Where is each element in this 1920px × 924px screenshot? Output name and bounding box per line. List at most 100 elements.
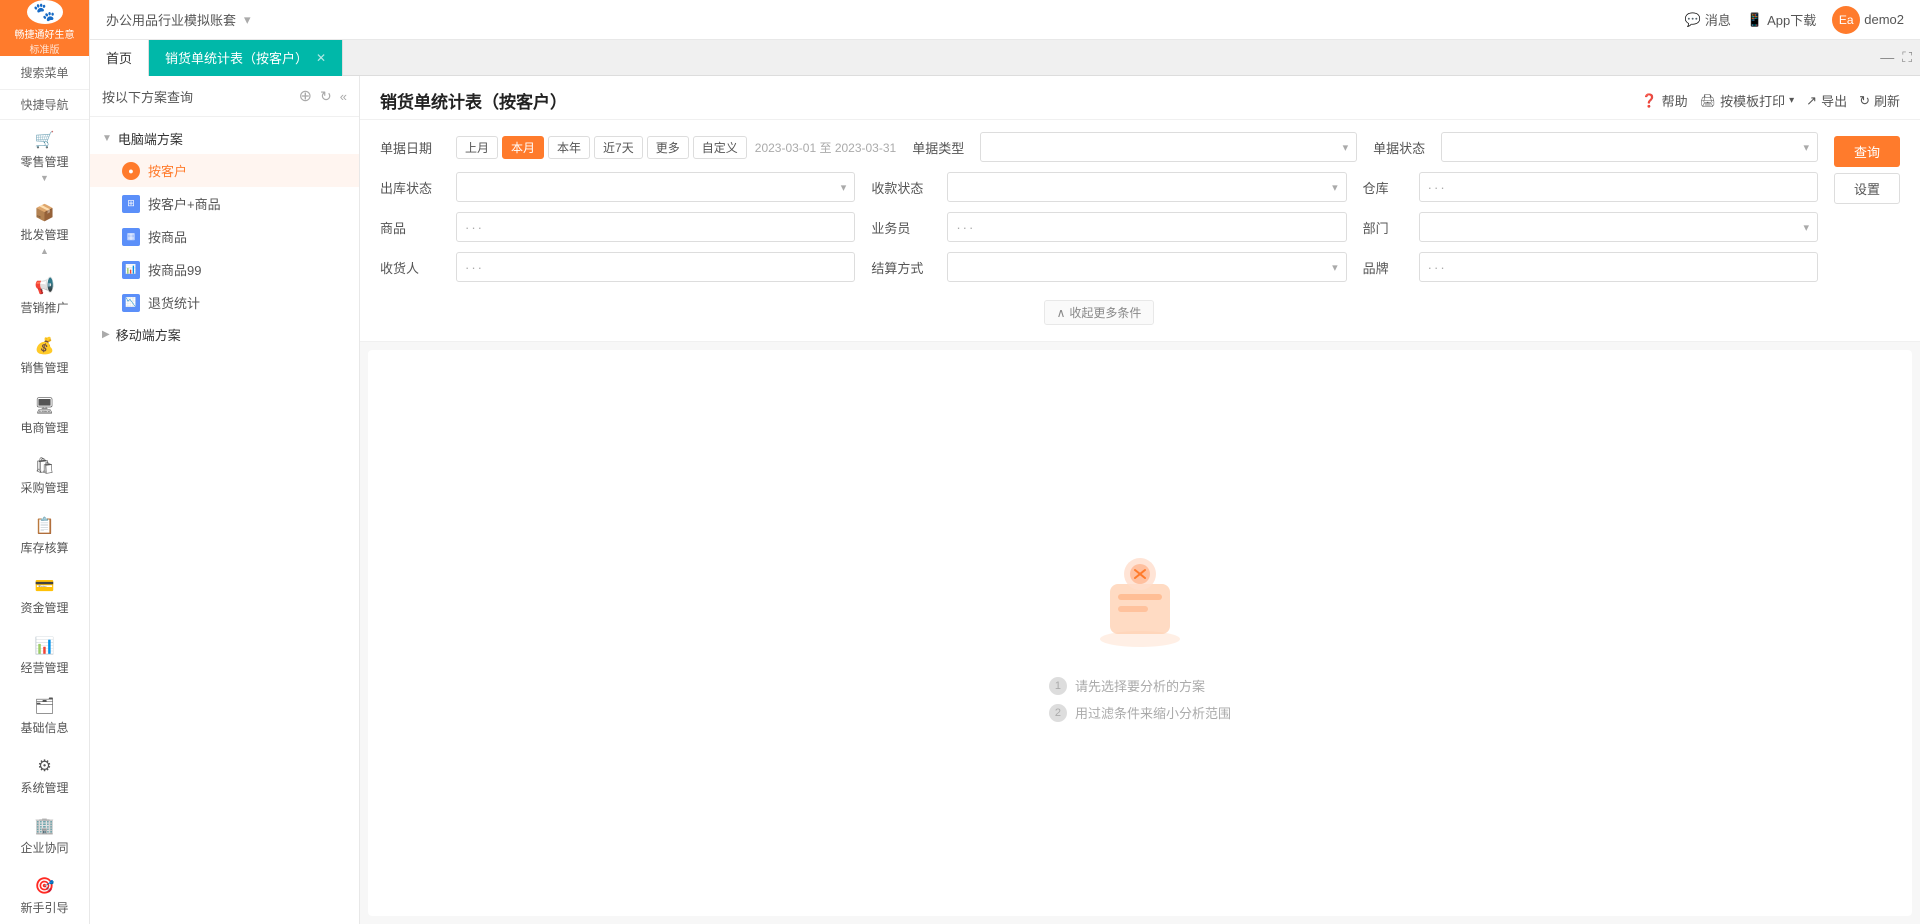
industry-arrow[interactable]: ▾ [244,12,251,28]
refresh-plan-icon[interactable]: ↻ [320,88,332,105]
app-download-btn[interactable]: 📱 App下载 [1747,10,1816,29]
print-label: 按模板打印 [1720,91,1785,110]
tab-home[interactable]: 首页 [90,40,149,76]
sidebar-item-finance[interactable]: 💳 资金管理 [0,566,89,626]
refresh-label: 刷新 [1874,91,1900,110]
doc-type-select[interactable]: ▾ [980,132,1357,162]
tab-close-icon[interactable]: ✕ [316,51,326,65]
content-area: 按以下方案查询 ⊕ ↻ « ▼ 电脑端方案 ● 按客户 [90,76,1920,924]
return-stat-icon: 📉 [122,294,140,312]
by-goods-99-label: 按商品99 [148,260,201,279]
salesman-select[interactable]: ··· [947,212,1346,242]
plan-item-return-stat[interactable]: 📉 退货统计 [90,286,359,319]
tab-home-label: 首页 [106,48,132,67]
print-btn[interactable]: 🖨 按模板打印 ▾ [1700,91,1795,110]
message-btn[interactable]: 💬 消息 [1685,10,1731,29]
system-icon: ⚙ [37,756,51,776]
sidebar-item-sales[interactable]: 💰 销售管理 [0,326,89,386]
window-minimize-icon[interactable]: — [1880,49,1894,66]
export-btn[interactable]: ↗ 导出 [1806,91,1847,110]
collapse-btn[interactable]: ∧ 收起更多条件 [1044,300,1155,325]
sidebar-item-retail[interactable]: 🛒 零售管理 ▼ [0,120,89,193]
desktop-group-title[interactable]: ▼ 电脑端方案 [90,123,359,154]
window-maximize-icon[interactable]: ⛶ [1902,49,1912,66]
print-icon: 🖨 [1700,93,1717,109]
collapse-panel-icon[interactable]: « [340,89,347,104]
export-label: 导出 [1821,91,1847,110]
receive-status-select[interactable]: ▾ [947,172,1346,202]
out-status-select[interactable]: ▾ [456,172,855,202]
out-status-arrow: ▾ [841,181,847,194]
setting-btn[interactable]: 设置 [1834,173,1900,204]
plan-item-by-customer-goods[interactable]: ⊞ 按客户+商品 [90,187,359,220]
empty-icon [1080,544,1200,664]
sidebar-item-enterprise[interactable]: 🏢 企业协同 [0,806,89,866]
empty-tip-1: 1 请先选择要分析的方案 [1049,676,1231,695]
user-menu-btn[interactable]: Ea demo2 [1832,6,1904,34]
industry-label: 办公用品行业模拟账套 [106,10,236,29]
sidebar-item-ecommerce[interactable]: 🖥 电商管理 [0,386,89,446]
date-btn-this-month[interactable]: 本月 [502,136,544,159]
goods-select[interactable]: ··· [456,212,855,242]
sidebar-item-newbie[interactable]: 🎯 新手引导 [0,866,89,924]
help-btn[interactable]: ❓ 帮助 [1641,91,1687,110]
sidebar-item-purchase[interactable]: 🛍 采购管理 [0,446,89,506]
date-range: 2023-03-01 至 2023-03-31 [755,139,896,156]
refresh-btn[interactable]: ↻ 刷新 [1859,91,1900,110]
retail-arrow: ▼ [40,173,49,183]
warehouse-select[interactable]: ··· [1419,172,1818,202]
enterprise-icon: 🏢 [35,816,55,836]
message-icon: 💬 [1685,12,1701,28]
collapse-label: 收起更多条件 [1069,304,1141,321]
date-btn-more[interactable]: 更多 [647,136,689,159]
date-btn-custom[interactable]: 自定义 [693,136,747,159]
date-btn-last-month[interactable]: 上月 [456,136,498,159]
sidebar-item-label: 系统管理 [20,779,68,796]
date-btn-this-year[interactable]: 本年 [548,136,590,159]
goods-dots: ··· [465,220,484,235]
plan-item-by-goods[interactable]: ▦ 按商品 [90,220,359,253]
by-customer-label: 按客户 [148,161,187,180]
sidebar-item-basic[interactable]: 🗂 基础信息 [0,686,89,746]
page-actions: ❓ 帮助 🖨 按模板打印 ▾ ↗ 导出 ↻ 刷新 [1641,91,1900,110]
settle-select[interactable]: ▾ [947,252,1346,282]
right-panel: 销货单统计表（按客户） ❓ 帮助 🖨 按模板打印 ▾ ↗ 导出 [360,76,1920,924]
date-btn-last-7[interactable]: 近7天 [594,136,643,159]
doc-status-select[interactable]: ▾ [1441,132,1818,162]
sidebar-item-label: 企业协同 [20,839,68,856]
help-label: 帮助 [1662,91,1688,110]
tab-expand-area: — ⛶ [1880,49,1912,66]
settle-label: 结算方式 [871,258,931,277]
sidebar-item-label: 销售管理 [20,359,68,376]
plan-item-by-customer[interactable]: ● 按客户 [90,154,359,187]
quick-nav[interactable]: 快捷导航 [0,90,89,120]
sidebar-item-marketing[interactable]: 📢 营销推广 [0,266,89,326]
query-btn[interactable]: 查询 [1834,136,1900,167]
mobile-group-title[interactable]: ▶ 移动端方案 [90,319,359,350]
sidebar-item-label: 新手引导 [20,899,68,916]
add-plan-icon[interactable]: ⊕ [299,86,312,106]
filter-area: 单据日期 上月 本月 本年 近7天 更多 自定义 2023-03-01 至 20… [360,120,1920,342]
dept-select[interactable]: ▾ [1419,212,1818,242]
tab-sales-stat[interactable]: 销货单统计表（按客户） ✕ [149,40,343,76]
sidebar-item-system[interactable]: ⚙ 系统管理 [0,746,89,806]
sidebar-item-operation[interactable]: 📊 经营管理 [0,626,89,686]
doc-type-label: 单据类型 [912,138,972,157]
plan-item-by-goods-99[interactable]: 📊 按商品99 [90,253,359,286]
topbar-left: 办公用品行业模拟账套 ▾ [106,10,251,29]
sidebar-item-label: 采购管理 [20,479,68,496]
wholesale-arrow: ▲ [40,246,49,256]
retail-icon: 🛒 [35,130,55,150]
tip-num-2: 2 [1049,704,1067,722]
sidebar-item-wholesale[interactable]: 📦 批发管理 ▲ [0,193,89,266]
sidebar-item-inventory[interactable]: 📋 库存核算 [0,506,89,566]
receive-status-arrow: ▾ [1332,181,1338,194]
recipient-select[interactable]: ··· [456,252,855,282]
sidebar-item-label: 经营管理 [20,659,68,676]
search-menu[interactable]: 搜索菜单 [0,56,89,90]
by-goods-99-icon: 📊 [122,261,140,279]
salesman-dots: ··· [956,220,975,235]
tip-num-1: 1 [1049,677,1067,695]
user-avatar-text: Ea [1839,13,1854,27]
brand-select[interactable]: ··· [1419,252,1818,282]
